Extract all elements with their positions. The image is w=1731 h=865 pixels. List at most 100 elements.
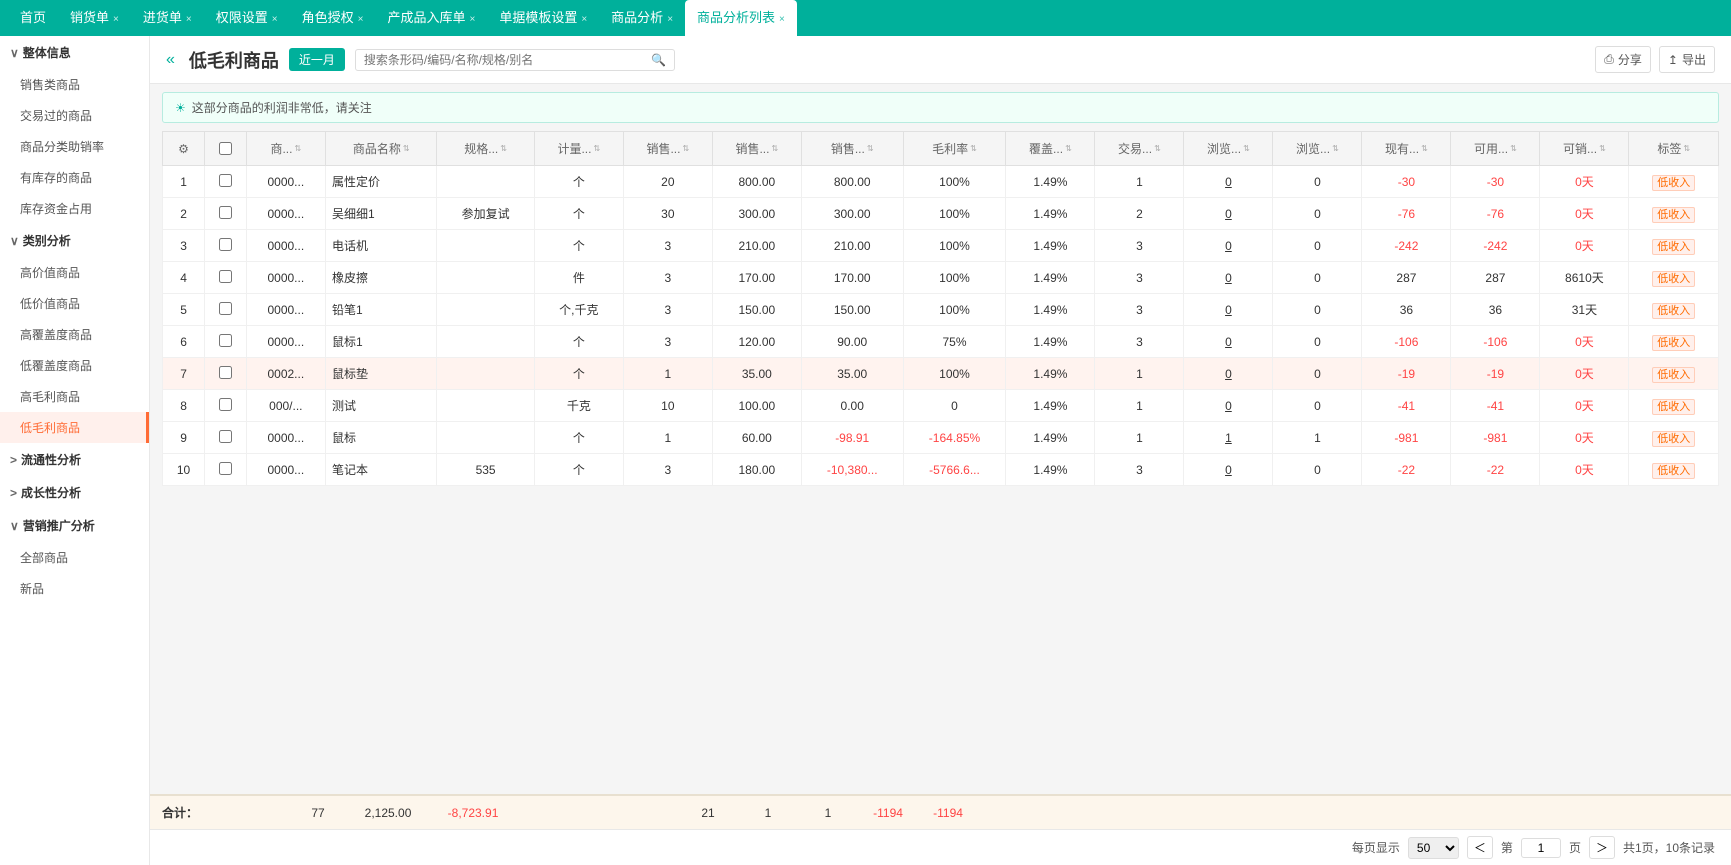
nav-close-icon[interactable]: × [113,14,119,25]
col-header-coverage[interactable]: 覆盖...⇅ [1006,132,1095,166]
row-checkbox[interactable] [205,262,247,294]
view1-link[interactable]: 1 [1225,431,1232,445]
search-input[interactable] [364,53,645,67]
row-checkbox[interactable] [205,390,247,422]
sidebar-item-全部商品[interactable]: 全部商品 [0,542,149,573]
col-header-tag[interactable]: 标签⇅ [1629,132,1719,166]
sort-icon-gross_rate[interactable]: ⇅ [970,144,977,153]
row-view1[interactable]: 0 [1184,294,1273,326]
view1-link[interactable]: 0 [1225,335,1232,349]
sort-icon-code[interactable]: ⇅ [294,144,301,153]
sidebar-group-成长性分析[interactable]: >成长性分析 [0,476,149,509]
row-view1[interactable]: 0 [1184,230,1273,262]
row-checkbox[interactable] [205,166,247,198]
row-checkbox[interactable] [205,294,247,326]
col-header-code[interactable]: 商...⇅ [246,132,325,166]
collapse-sidebar-btn[interactable]: « [166,51,175,69]
sidebar-group-类别分析[interactable]: ∨类别分析 [0,224,149,257]
view1-link[interactable]: 0 [1225,271,1232,285]
row-view1[interactable]: 0 [1184,390,1273,422]
nav-close-icon[interactable]: × [358,14,364,25]
col-header-gross_rate[interactable]: 毛利率⇅ [903,132,1006,166]
sort-icon-name[interactable]: ⇅ [403,144,410,153]
share-button[interactable]: ⎙ 分享 [1595,46,1651,73]
nav-close-icon[interactable]: × [469,14,475,25]
row-select-checkbox[interactable] [219,238,232,251]
select-all-checkbox[interactable] [219,142,232,155]
nav-item-单据模板设置[interactable]: 单据模板设置× [487,0,599,36]
col-header-trade[interactable]: 交易...⇅ [1095,132,1184,166]
sidebar-group-营销推广分析[interactable]: ∨营销推广分析 [0,509,149,542]
sort-icon-tag[interactable]: ⇅ [1683,144,1690,153]
row-view1[interactable]: 0 [1184,454,1273,486]
row-checkbox[interactable] [205,422,247,454]
nav-close-icon[interactable]: × [272,14,278,25]
search-icon[interactable]: 🔍 [651,53,666,67]
col-header-sale_amount[interactable]: 销售...⇅ [801,132,903,166]
row-select-checkbox[interactable] [219,462,232,475]
sidebar-item-交易过的商品[interactable]: 交易过的商品 [0,100,149,131]
sidebar-group-整体信息[interactable]: ∨整体信息 [0,36,149,69]
sort-icon-sale_price[interactable]: ⇅ [771,144,778,153]
nav-item-进货单[interactable]: 进货单× [131,0,204,36]
row-view1[interactable]: 1 [1184,422,1273,454]
nav-close-icon[interactable]: × [186,14,192,25]
nav-item-商品分析[interactable]: 商品分析× [599,0,685,36]
view1-link[interactable]: 0 [1225,399,1232,413]
row-select-checkbox[interactable] [219,174,232,187]
sort-icon-sale_amount[interactable]: ⇅ [867,144,874,153]
row-select-checkbox[interactable] [219,430,232,443]
sort-icon-spec[interactable]: ⇅ [500,144,507,153]
col-header-sale_price[interactable]: 销售...⇅ [712,132,801,166]
col-header-current[interactable]: 现有...⇅ [1362,132,1451,166]
next-page-btn[interactable]: ＞ [1589,836,1615,859]
row-view1[interactable]: 0 [1184,326,1273,358]
sort-icon-current[interactable]: ⇅ [1421,144,1428,153]
sort-icon-view1[interactable]: ⇅ [1243,144,1250,153]
row-checkbox[interactable] [205,326,247,358]
sidebar-group-流通性分析[interactable]: >流通性分析 [0,443,149,476]
export-button[interactable]: ↥ 导出 [1659,46,1715,73]
row-checkbox[interactable] [205,198,247,230]
view1-link[interactable]: 0 [1225,175,1232,189]
row-select-checkbox[interactable] [219,334,232,347]
row-checkbox[interactable] [205,358,247,390]
col-header-checkbox[interactable] [205,132,247,166]
sidebar-item-高毛利商品[interactable]: 高毛利商品 [0,381,149,412]
nav-item-首页[interactable]: 首页 [8,0,58,36]
col-header-view2[interactable]: 浏览...⇅ [1273,132,1362,166]
page-input[interactable] [1521,838,1561,858]
nav-close-icon[interactable]: × [779,14,785,25]
filter-period-btn[interactable]: 近一月 [289,48,345,71]
sidebar-item-高覆盖度商品[interactable]: 高覆盖度商品 [0,319,149,350]
nav-item-产成品入库单[interactable]: 产成品入库单× [375,0,487,36]
row-view1[interactable]: 0 [1184,262,1273,294]
sidebar-item-低价值商品[interactable]: 低价值商品 [0,288,149,319]
sort-icon-trade[interactable]: ⇅ [1154,144,1161,153]
sidebar-item-库存资金占用[interactable]: 库存资金占用 [0,193,149,224]
nav-item-销货单[interactable]: 销货单× [58,0,131,36]
col-header-spec[interactable]: 规格...⇅ [437,132,534,166]
sidebar-item-有库存的商品[interactable]: 有库存的商品 [0,162,149,193]
page-size-select[interactable]: 50 100 [1408,837,1459,859]
settings-icon[interactable]: ⚙ [178,142,189,156]
nav-close-icon[interactable]: × [667,14,673,25]
row-select-checkbox[interactable] [219,270,232,283]
sort-icon-saleable[interactable]: ⇅ [1599,144,1606,153]
nav-item-权限设置[interactable]: 权限设置× [204,0,290,36]
row-view1[interactable]: 0 [1184,358,1273,390]
col-header-saleable[interactable]: 可销...⇅ [1540,132,1629,166]
col-header-sale_qty[interactable]: 销售...⇅ [623,132,712,166]
sort-icon-available[interactable]: ⇅ [1510,144,1517,153]
view1-link[interactable]: 0 [1225,303,1232,317]
sidebar-item-低覆盖度商品[interactable]: 低覆盖度商品 [0,350,149,381]
view1-link[interactable]: 0 [1225,463,1232,477]
view1-link[interactable]: 0 [1225,239,1232,253]
sidebar-item-高价值商品[interactable]: 高价值商品 [0,257,149,288]
row-select-checkbox[interactable] [219,398,232,411]
row-view1[interactable]: 0 [1184,198,1273,230]
sort-icon-unit[interactable]: ⇅ [593,144,600,153]
nav-item-商品分析列表[interactable]: 商品分析列表× [685,0,797,36]
prev-page-btn[interactable]: ＜ [1467,836,1493,859]
view1-link[interactable]: 0 [1225,207,1232,221]
